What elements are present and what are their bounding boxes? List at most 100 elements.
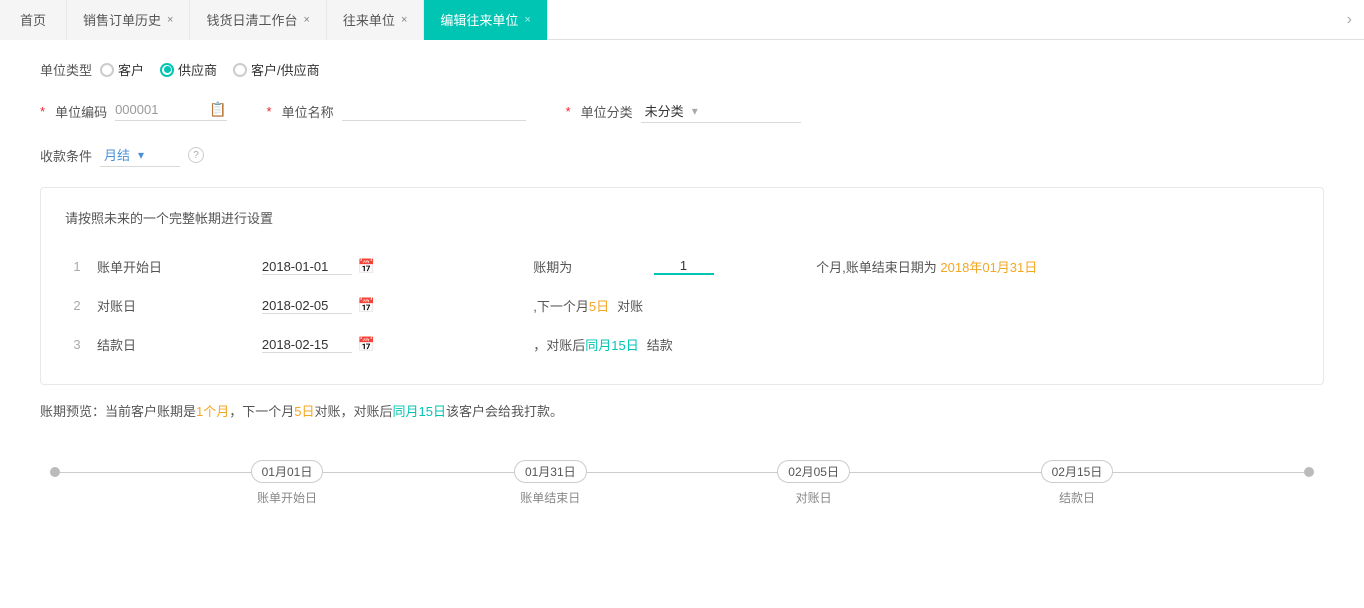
- unit-code-input[interactable]: [115, 102, 205, 117]
- unit-name-input[interactable]: [342, 101, 526, 121]
- step-desc-highlight-3: 同月15日: [585, 338, 638, 353]
- step-period-unit-cell: 个月,账单结束日期为 2018年01月31日: [800, 247, 1299, 286]
- main-content: 单位类型 客户 供应商 客户/供应商 * 单位编码: [0, 40, 1364, 608]
- tab-edit-counterparty[interactable]: 编辑往来单位 ×: [424, 0, 547, 40]
- tab-home[interactable]: 首页: [0, 0, 67, 40]
- payment-terms-row: 收款条件 月结 ▾ ?: [40, 143, 1324, 167]
- close-icon[interactable]: ×: [303, 14, 309, 26]
- unit-code-input-wrapper: 📋: [115, 101, 226, 121]
- radio-label-both: 客户/供应商: [251, 60, 320, 79]
- preview-sep1: ，下一个月: [229, 404, 294, 419]
- tab-cash-reconciliation[interactable]: 钱货日清工作台 ×: [190, 0, 326, 40]
- radio-circle-customer: [100, 63, 114, 77]
- payment-terms-group: 收款条件 月结 ▾ ?: [40, 143, 204, 167]
- payment-terms-label: 收款条件: [40, 146, 92, 165]
- step-date-input-3: 📅: [262, 336, 509, 353]
- step-date-input-1: 📅: [262, 258, 509, 275]
- unit-name-group: * 单位名称: [267, 101, 526, 121]
- timeline-container: 01月01日 账单开始日 01月31日 账单结束日 02月05日 对账日 02月…: [50, 460, 1314, 520]
- tab-sales-order-history[interactable]: 销售订单历史 ×: [67, 0, 190, 40]
- radio-group: 客户 供应商 客户/供应商: [100, 60, 320, 79]
- step-row-2: 2 对账日 📅 ,下一个月5日对账: [65, 286, 1299, 325]
- close-icon[interactable]: ×: [167, 14, 173, 26]
- steps-table: 1 账单开始日 📅 账期为 个月,账单结束日期为 2018年01月31日: [65, 247, 1299, 364]
- step-period-cell: [646, 247, 801, 286]
- calendar-icon-2[interactable]: 📅: [358, 297, 375, 314]
- unit-name-label: 单位名称: [282, 102, 334, 121]
- preview-section: 账期预览：当前客户账期是1个月，下一个月5日对账，对账后同月15日该客户会给我打…: [40, 401, 1324, 420]
- chevron-down-icon: ▾: [692, 104, 698, 118]
- radio-label-supplier: 供应商: [178, 60, 217, 79]
- close-icon[interactable]: ×: [524, 14, 530, 26]
- step-date-field-3[interactable]: [262, 337, 352, 353]
- copy-icon[interactable]: 📋: [209, 101, 226, 118]
- step-label-3: 结款日: [89, 325, 254, 364]
- calendar-icon-1[interactable]: 📅: [358, 258, 375, 275]
- help-icon[interactable]: ?: [188, 147, 204, 163]
- tab-bar: 首页 销售订单历史 × 钱货日清工作台 × 往来单位 × 编辑往来单位 × ›: [0, 0, 1364, 40]
- step-date-input-2: 📅: [262, 297, 509, 314]
- end-date-highlight: 2018年01月31日: [940, 260, 1037, 275]
- required-star-name: *: [267, 104, 272, 119]
- step-num-3: 3: [65, 325, 89, 364]
- calendar-icon-3[interactable]: 📅: [358, 336, 375, 353]
- step-row-3: 3 结款日 📅 ，对账后同月15日结款: [65, 325, 1299, 364]
- tab-counterparty[interactable]: 往来单位 ×: [327, 0, 424, 40]
- timeline-node-4: 02月15日 结款日: [1041, 460, 1114, 506]
- unit-category-group: * 单位分类 未分类 ▾: [566, 99, 801, 123]
- step-num-2: 2: [65, 286, 89, 325]
- radio-supplier[interactable]: 供应商: [160, 60, 217, 79]
- preview-sep2: 对账，对账后: [315, 404, 393, 419]
- timeline-end-dot: [1304, 460, 1314, 477]
- unit-category-select[interactable]: 未分类 ▾: [641, 99, 801, 123]
- account-period-card: 请按照未来的一个完整帐期进行设置 1 账单开始日 📅 账期为: [40, 187, 1324, 385]
- radio-both[interactable]: 客户/供应商: [233, 60, 320, 79]
- step-row-1: 1 账单开始日 📅 账期为 个月,账单结束日期为 2018年01月31日: [65, 247, 1299, 286]
- timeline-nodes: 01月01日 账单开始日 01月31日 账单结束日 02月05日 对账日 02月…: [50, 460, 1314, 506]
- timeline-node-1: 01月01日 账单开始日: [251, 460, 324, 506]
- step-desc-pre-3: ，对账后: [533, 338, 585, 353]
- radio-circle-supplier: [160, 63, 174, 77]
- unit-code-label: 单位编码: [55, 102, 107, 121]
- step-desc-post-3: 结款: [647, 338, 673, 353]
- preview-part3: 同月15日: [393, 404, 446, 419]
- timeline-start-dot: [50, 460, 60, 477]
- node-label-2: 01月31日: [514, 460, 587, 483]
- preview-part1: 1个月: [196, 404, 229, 419]
- step-mid-text: 账期为: [533, 260, 572, 275]
- required-star: *: [40, 104, 45, 119]
- node-desc-2: 账单结束日: [520, 489, 580, 506]
- unit-code-group: * 单位编码 📋: [40, 101, 227, 121]
- chevron-down-icon-payment: ▾: [138, 148, 144, 162]
- timeline-node-3: 02月05日 对账日: [777, 460, 850, 506]
- payment-terms-select[interactable]: 月结 ▾: [100, 143, 180, 167]
- preview-part2: 5日: [294, 404, 314, 419]
- unit-type-label: 单位类型: [40, 60, 92, 79]
- step-mid-label: 账期为: [517, 247, 645, 286]
- step-date-field-1[interactable]: [262, 259, 352, 275]
- step-num-1: 1: [65, 247, 89, 286]
- radio-label-customer: 客户: [118, 60, 144, 79]
- radio-customer[interactable]: 客户: [100, 60, 144, 79]
- step-desc-cell-3: ，对账后同月15日结款: [517, 325, 1299, 364]
- step-label-1: 账单开始日: [89, 247, 254, 286]
- step-date-cell-1: 📅: [254, 247, 517, 286]
- timeline-node-2: 01月31日 账单结束日: [514, 460, 587, 506]
- period-unit-text: 个月,账单结束日期为: [816, 260, 937, 275]
- radio-circle-both: [233, 63, 247, 77]
- preview-prefix: 账期预览：当前客户账期是: [40, 404, 196, 419]
- step-desc-post-2: 对账: [617, 299, 643, 314]
- preview-suffix: 该客户会给我打款。: [446, 404, 563, 419]
- close-icon[interactable]: ×: [401, 14, 407, 26]
- step-desc-pre-2: ,下一个月: [533, 299, 589, 314]
- step-date-field-2[interactable]: [262, 298, 352, 314]
- unit-category-label: 单位分类: [581, 102, 633, 121]
- tab-expand-button[interactable]: ›: [1335, 0, 1364, 40]
- period-input[interactable]: [654, 258, 714, 275]
- payment-terms-value: 月结: [104, 145, 130, 164]
- step-desc-highlight-2: 5日: [589, 299, 609, 314]
- card-title: 请按照未来的一个完整帐期进行设置: [65, 208, 1299, 227]
- required-star-cat: *: [566, 104, 571, 119]
- unit-category-value: 未分类: [645, 101, 684, 120]
- node-label-3: 02月05日: [777, 460, 850, 483]
